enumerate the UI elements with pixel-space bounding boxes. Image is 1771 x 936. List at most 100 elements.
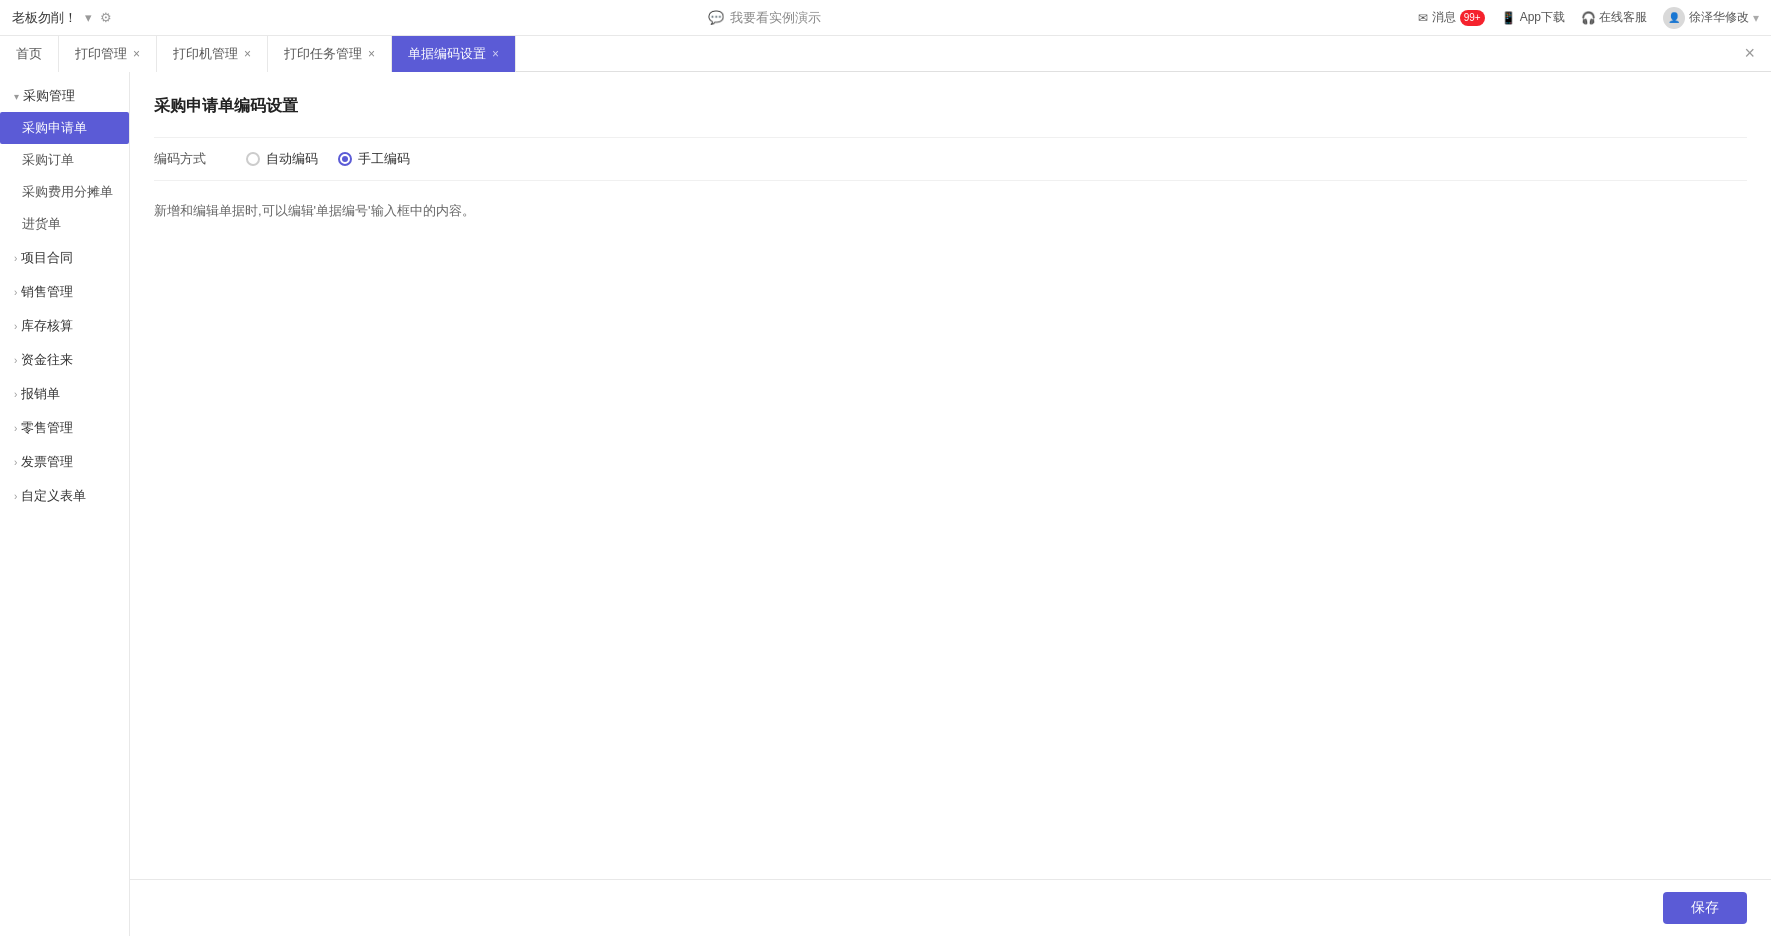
sidebar-group-inventory-label: 库存核算: [21, 317, 73, 335]
tab-printer-management[interactable]: 打印机管理 ×: [157, 36, 268, 72]
sidebar-item-purchase-order-label: 采购订单: [22, 152, 74, 167]
tab-print-task[interactable]: 打印任务管理 ×: [268, 36, 392, 72]
tab-serial-code[interactable]: 单据编码设置 ×: [392, 36, 516, 72]
sidebar-group-invoice-title[interactable]: › 发票管理: [0, 446, 129, 478]
sidebar-group-custom-label: 自定义表单: [21, 487, 86, 505]
top-bar-right: ✉ 消息 99+ 📱 App下载 🎧 在线客服 👤 徐泽华修改 ▾: [1418, 7, 1759, 29]
sidebar-item-purchase-cost-label: 采购费用分摊单: [22, 184, 113, 199]
message-badge: 99+: [1460, 10, 1485, 26]
arrow-right-icon-project: ›: [14, 253, 17, 264]
sidebar-group-inventory: › 库存核算: [0, 310, 129, 342]
manual-coding-label: 手工编码: [358, 150, 410, 168]
tab-home-label: 首页: [16, 45, 42, 63]
message-label: 消息: [1432, 9, 1456, 26]
arrow-right-icon-retail: ›: [14, 423, 17, 434]
tab-bar: 首页 打印管理 × 打印机管理 × 打印任务管理 × 单据编码设置 × ×: [0, 36, 1771, 72]
settings-icon[interactable]: ⚙: [100, 10, 112, 25]
top-bar-left: 老板勿削！ ▾ ⚙: [12, 9, 112, 27]
online-service-button[interactable]: 🎧 在线客服: [1581, 9, 1647, 26]
tab-home[interactable]: 首页: [0, 36, 59, 72]
arrow-right-icon-inventory: ›: [14, 321, 17, 332]
arrow-right-icon-custom: ›: [14, 491, 17, 502]
top-bar: 老板勿削！ ▾ ⚙ 💬 我要看实例演示 ✉ 消息 99+ 📱 App下载 🎧 在…: [0, 0, 1771, 36]
sidebar-group-finance-label: 资金往来: [21, 351, 73, 369]
app-download-button[interactable]: 📱 App下载: [1501, 9, 1565, 26]
sidebar-group-sales-label: 销售管理: [21, 283, 73, 301]
sidebar-item-purchase-goods[interactable]: 进货单: [0, 208, 129, 240]
app-icon: 📱: [1501, 11, 1516, 25]
content-area: 采购申请单编码设置 编码方式 自动编码 手工编码 新增和编辑单据时,可以编辑'单…: [130, 72, 1771, 936]
sidebar-group-custom: › 自定义表单: [0, 480, 129, 512]
coding-section: 编码方式 自动编码 手工编码: [154, 137, 1747, 181]
sidebar-item-purchase-goods-label: 进货单: [22, 216, 61, 231]
arrow-right-icon-finance: ›: [14, 355, 17, 366]
tab-bar-end: ×: [1736, 43, 1771, 64]
description-text: 新增和编辑单据时,可以编辑'单据编号'输入框中的内容。: [154, 201, 1747, 222]
user-dropdown-icon: ▾: [1753, 11, 1759, 25]
tab-print-management-close[interactable]: ×: [133, 47, 140, 61]
sidebar-group-retail: › 零售管理: [0, 412, 129, 444]
tab-print-management-label: 打印管理: [75, 45, 127, 63]
save-button[interactable]: 保存: [1663, 892, 1747, 924]
tab-serial-code-close[interactable]: ×: [492, 47, 499, 61]
sidebar-group-invoice-label: 发票管理: [21, 453, 73, 471]
sidebar-item-purchase-cost[interactable]: 采购费用分摊单: [0, 176, 129, 208]
top-bar-center: 💬 我要看实例演示: [708, 9, 821, 27]
sidebar-group-invoice: › 发票管理: [0, 446, 129, 478]
auto-coding-option[interactable]: 自动编码: [246, 150, 318, 168]
tab-print-task-close[interactable]: ×: [368, 47, 375, 61]
sidebar-item-purchase-order[interactable]: 采购订单: [0, 144, 129, 176]
user-menu[interactable]: 👤 徐泽华修改 ▾: [1663, 7, 1759, 29]
bottom-bar: 保存: [130, 879, 1771, 936]
sidebar-group-expense: › 报销单: [0, 378, 129, 410]
sidebar-group-custom-title[interactable]: › 自定义表单: [0, 480, 129, 512]
manual-coding-option[interactable]: 手工编码: [338, 150, 410, 168]
arrow-down-icon: ▾: [14, 91, 19, 102]
announcement-text[interactable]: 我要看实例演示: [730, 9, 821, 27]
sidebar-group-project: › 项目合同: [0, 242, 129, 274]
tab-printer-management-label: 打印机管理: [173, 45, 238, 63]
sidebar-group-retail-title[interactable]: › 零售管理: [0, 412, 129, 444]
online-service-label: 在线客服: [1599, 9, 1647, 26]
tab-print-task-label: 打印任务管理: [284, 45, 362, 63]
arrow-right-icon-expense: ›: [14, 389, 17, 400]
dropdown-icon[interactable]: ▾: [85, 10, 92, 25]
sidebar-group-project-title[interactable]: › 项目合同: [0, 242, 129, 274]
app-title: 老板勿削！: [12, 9, 77, 27]
tab-serial-code-label: 单据编码设置: [408, 45, 486, 63]
user-name: 徐泽华修改: [1689, 9, 1749, 26]
message-icon: ✉: [1418, 11, 1428, 25]
announcement-icon: 💬: [708, 10, 724, 25]
main-layout: ▾ 采购管理 采购申请单 采购订单 采购费用分摊单 进货单 › 项目合同: [0, 72, 1771, 936]
sidebar-group-inventory-title[interactable]: › 库存核算: [0, 310, 129, 342]
sidebar-group-retail-label: 零售管理: [21, 419, 73, 437]
tab-print-management[interactable]: 打印管理 ×: [59, 36, 157, 72]
app-download-label: App下载: [1520, 9, 1565, 26]
sidebar-group-sales-title[interactable]: › 销售管理: [0, 276, 129, 308]
sidebar-group-purchase: ▾ 采购管理 采购申请单 采购订单 采购费用分摊单 进货单: [0, 80, 129, 240]
sidebar-group-sales: › 销售管理: [0, 276, 129, 308]
sidebar-group-finance: › 资金往来: [0, 344, 129, 376]
sidebar-group-finance-title[interactable]: › 资金往来: [0, 344, 129, 376]
sidebar-item-purchase-request-label: 采购申请单: [22, 120, 87, 135]
radio-group: 自动编码 手工编码: [246, 150, 410, 168]
sidebar-group-expense-label: 报销单: [21, 385, 60, 403]
sidebar-group-expense-title[interactable]: › 报销单: [0, 378, 129, 410]
sidebar-group-purchase-label: 采购管理: [23, 87, 75, 105]
arrow-right-icon-sales: ›: [14, 287, 17, 298]
page-title: 采购申请单编码设置: [154, 96, 1747, 117]
message-button[interactable]: ✉ 消息 99+: [1418, 9, 1485, 26]
global-close-button[interactable]: ×: [1736, 43, 1763, 64]
manual-coding-radio[interactable]: [338, 152, 352, 166]
coding-method-label: 编码方式: [154, 150, 234, 168]
headset-icon: 🎧: [1581, 11, 1596, 25]
sidebar-group-project-label: 项目合同: [21, 249, 73, 267]
tab-printer-management-close[interactable]: ×: [244, 47, 251, 61]
sidebar: ▾ 采购管理 采购申请单 采购订单 采购费用分摊单 进货单 › 项目合同: [0, 72, 130, 936]
sidebar-item-purchase-request[interactable]: 采购申请单: [0, 112, 129, 144]
sidebar-group-purchase-title[interactable]: ▾ 采购管理: [0, 80, 129, 112]
avatar: 👤: [1663, 7, 1685, 29]
auto-coding-label: 自动编码: [266, 150, 318, 168]
auto-coding-radio[interactable]: [246, 152, 260, 166]
arrow-right-icon-invoice: ›: [14, 457, 17, 468]
